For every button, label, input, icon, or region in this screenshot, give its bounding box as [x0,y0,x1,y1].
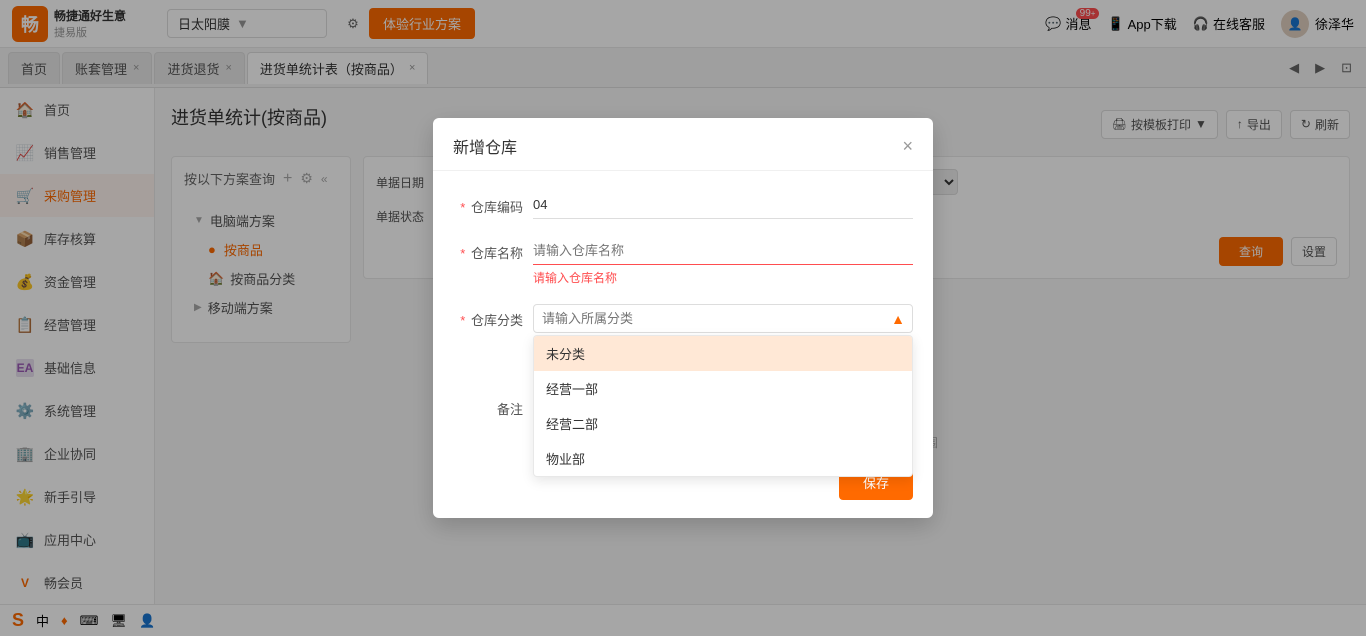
dialog-body: * 仓库编码 * 仓库名称 请输入仓库名称 [433,171,933,455]
warehouse-code-input[interactable] [533,191,913,219]
warehouse-name-input[interactable] [533,237,913,265]
dialog-header: 新增仓库 × [433,118,933,171]
dialog-add-warehouse: 新增仓库 × * 仓库编码 * 仓库名称 [433,118,933,518]
warehouse-name-error: 请输入仓库名称 [533,269,913,286]
dialog-close-button[interactable]: × [902,136,913,157]
dialog-title: 新增仓库 [453,134,517,158]
warehouse-category-input[interactable] [533,304,913,333]
chevron-up-icon[interactable]: ▲ [891,311,905,327]
modal-overlay: 新增仓库 × * 仓库编码 * 仓库名称 [0,0,1366,636]
dropdown-item-property[interactable]: 物业部 [534,441,912,476]
form-row-code: * 仓库编码 [453,191,913,219]
dropdown-item-uncategorized[interactable]: 未分类 [534,336,912,371]
form-row-name: * 仓库名称 请输入仓库名称 [453,237,913,286]
form-row-category: * 仓库分类 ▲ 未分类 经营一部 经营二部 [453,304,913,333]
dropdown-item-dept1[interactable]: 经营一部 [534,371,912,406]
dropdown-item-dept2[interactable]: 经营二部 [534,406,912,441]
category-dropdown: 未分类 经营一部 经营二部 物业部 [533,335,913,477]
